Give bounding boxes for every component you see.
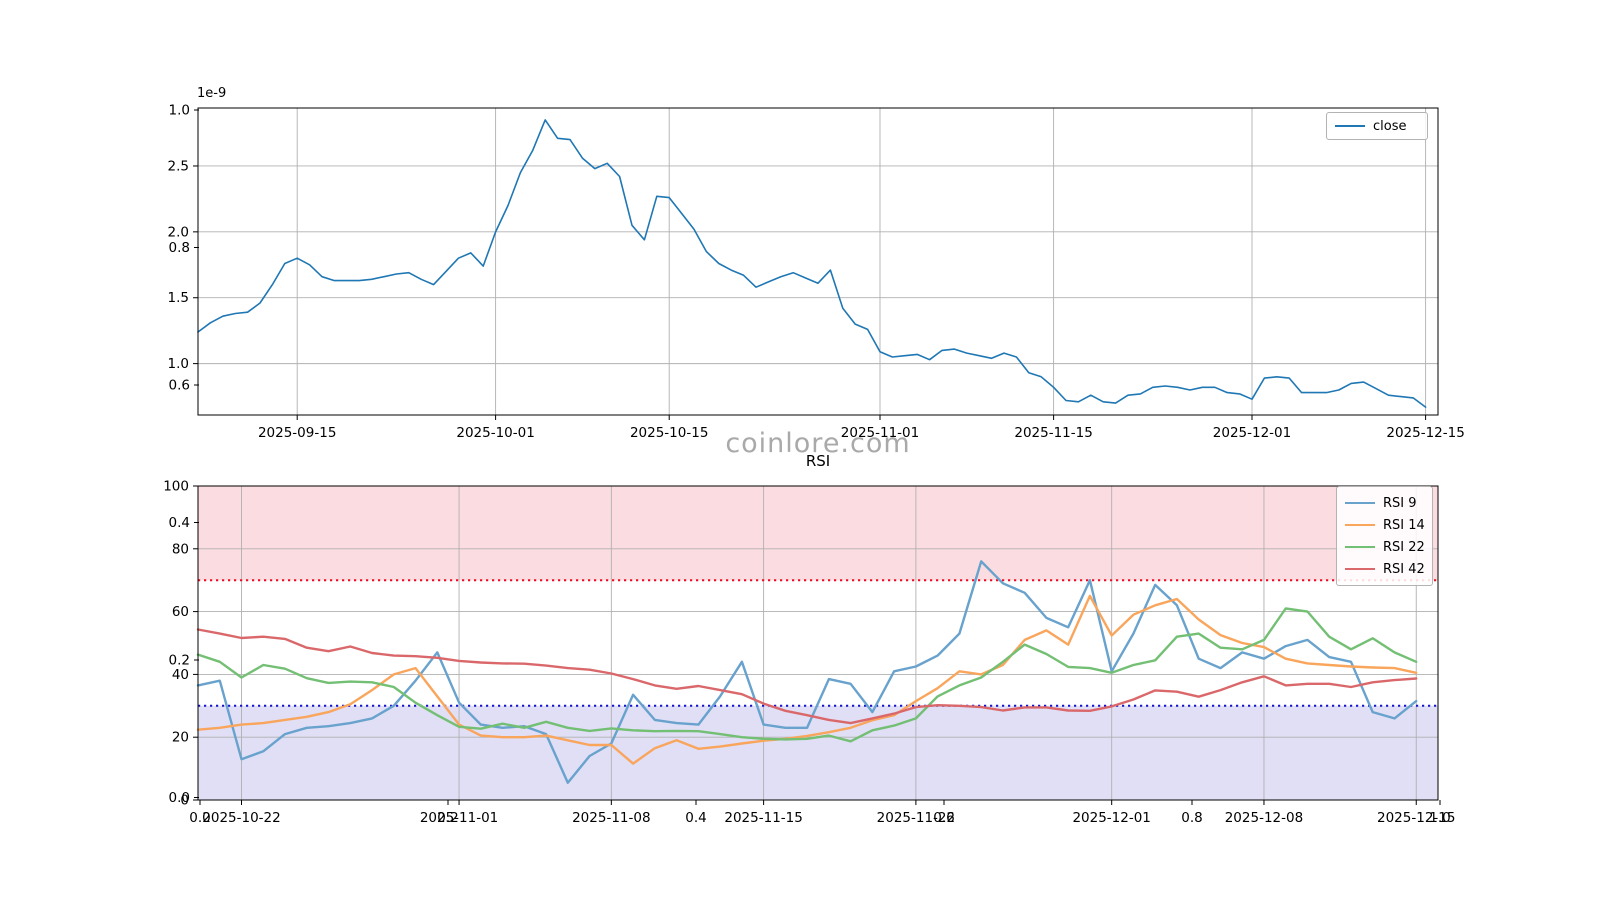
legend-close-label: close <box>1373 118 1407 134</box>
overlay-y-tick-label: 0.8 <box>169 240 190 256</box>
close-price-y-tick-label: 2.0 <box>168 224 189 240</box>
figure: 2025-09-15 2025-10-01 2025-10-15 2025-11-01… <box>0 0 1600 900</box>
overlay-x-tick-label: 0.2 <box>437 810 458 826</box>
legend-item-rsi-42: RSI 42 <box>1345 558 1425 580</box>
rsi-9-swatch <box>1345 502 1375 504</box>
legend-close: close <box>1326 112 1428 140</box>
overlay-x-tick-label: 0.0 <box>189 810 210 826</box>
overlay-y-tick-label: 0.6 <box>169 378 190 394</box>
rsi-x-tick-label: 2025-11-15 <box>724 810 802 826</box>
overlay-y-tick-label: 1.0 <box>169 103 190 119</box>
rsi-chart-title: RSI <box>805 452 831 470</box>
close-price-y-tick-label: 1.5 <box>168 290 189 306</box>
overlay-x-tick-label: 0.6 <box>933 810 954 826</box>
close-price-x-tick-label: 2025-12-01 <box>1213 425 1291 441</box>
rsi-22-swatch <box>1345 546 1375 548</box>
legend-item-rsi-14: RSI 14 <box>1345 514 1425 536</box>
close-price-x-tick-label: 2025-09-15 <box>258 425 336 441</box>
rsi-x-tick-label: 2025-11-08 <box>572 810 650 826</box>
close-line-swatch <box>1335 125 1365 127</box>
close-price-y-tick-label: 1.0 <box>168 356 189 372</box>
rsi-x-tick-label: 2025-10-22 <box>202 810 280 826</box>
close-price-y-tick-label: 2.5 <box>168 158 189 174</box>
rsi-x-tick-label: 2025-11-01 <box>420 810 498 826</box>
rsi-y-tick-label: 60 <box>172 604 189 620</box>
legend-label: RSI 22 <box>1383 539 1425 555</box>
legend-label: RSI 14 <box>1383 517 1425 533</box>
rsi-y-tick-label: 40 <box>172 667 189 683</box>
legend-label: RSI 9 <box>1383 495 1417 511</box>
close-price-x-tick-label: 2025-11-15 <box>1014 425 1092 441</box>
overlay-x-tick-label: 1.0 <box>1429 810 1450 826</box>
overlay-y-tick-label: 0.2 <box>169 653 190 669</box>
close-price-x-tick-label: 2025-12-15 <box>1386 425 1464 441</box>
rsi-x-tick-label: 2025-12-01 <box>1072 810 1150 826</box>
legend-item-rsi-22: RSI 22 <box>1345 536 1425 558</box>
legend-item-rsi-9: RSI 9 <box>1345 492 1424 514</box>
close-price-x-tick-label: 2025-10-01 <box>456 425 534 441</box>
y-axis-offset-label: 1e-9 <box>197 86 227 101</box>
overlay-y-tick-label: 0.4 <box>169 515 190 531</box>
legend-rsi: RSI 9 RSI 14 RSI 22 RSI 42 <box>1336 486 1433 586</box>
rsi-x-tick-label: 2025-12-08 <box>1225 810 1303 826</box>
rsi-y-tick-label: 20 <box>172 730 189 746</box>
rsi-14-swatch <box>1345 524 1375 526</box>
overlay-x-tick-label: 0.4 <box>685 810 706 826</box>
rsi-y-tick-label: 100 <box>163 479 189 495</box>
overlay-x-tick-label: 0.8 <box>1181 810 1202 826</box>
rsi-42-swatch <box>1345 568 1375 570</box>
rsi-band <box>198 486 1438 581</box>
rsi-band <box>198 705 1438 800</box>
rsi-y-tick-label: 80 <box>172 541 189 557</box>
legend-label: RSI 42 <box>1383 561 1425 577</box>
overlay-y-tick-label: 0.0 <box>169 790 190 806</box>
